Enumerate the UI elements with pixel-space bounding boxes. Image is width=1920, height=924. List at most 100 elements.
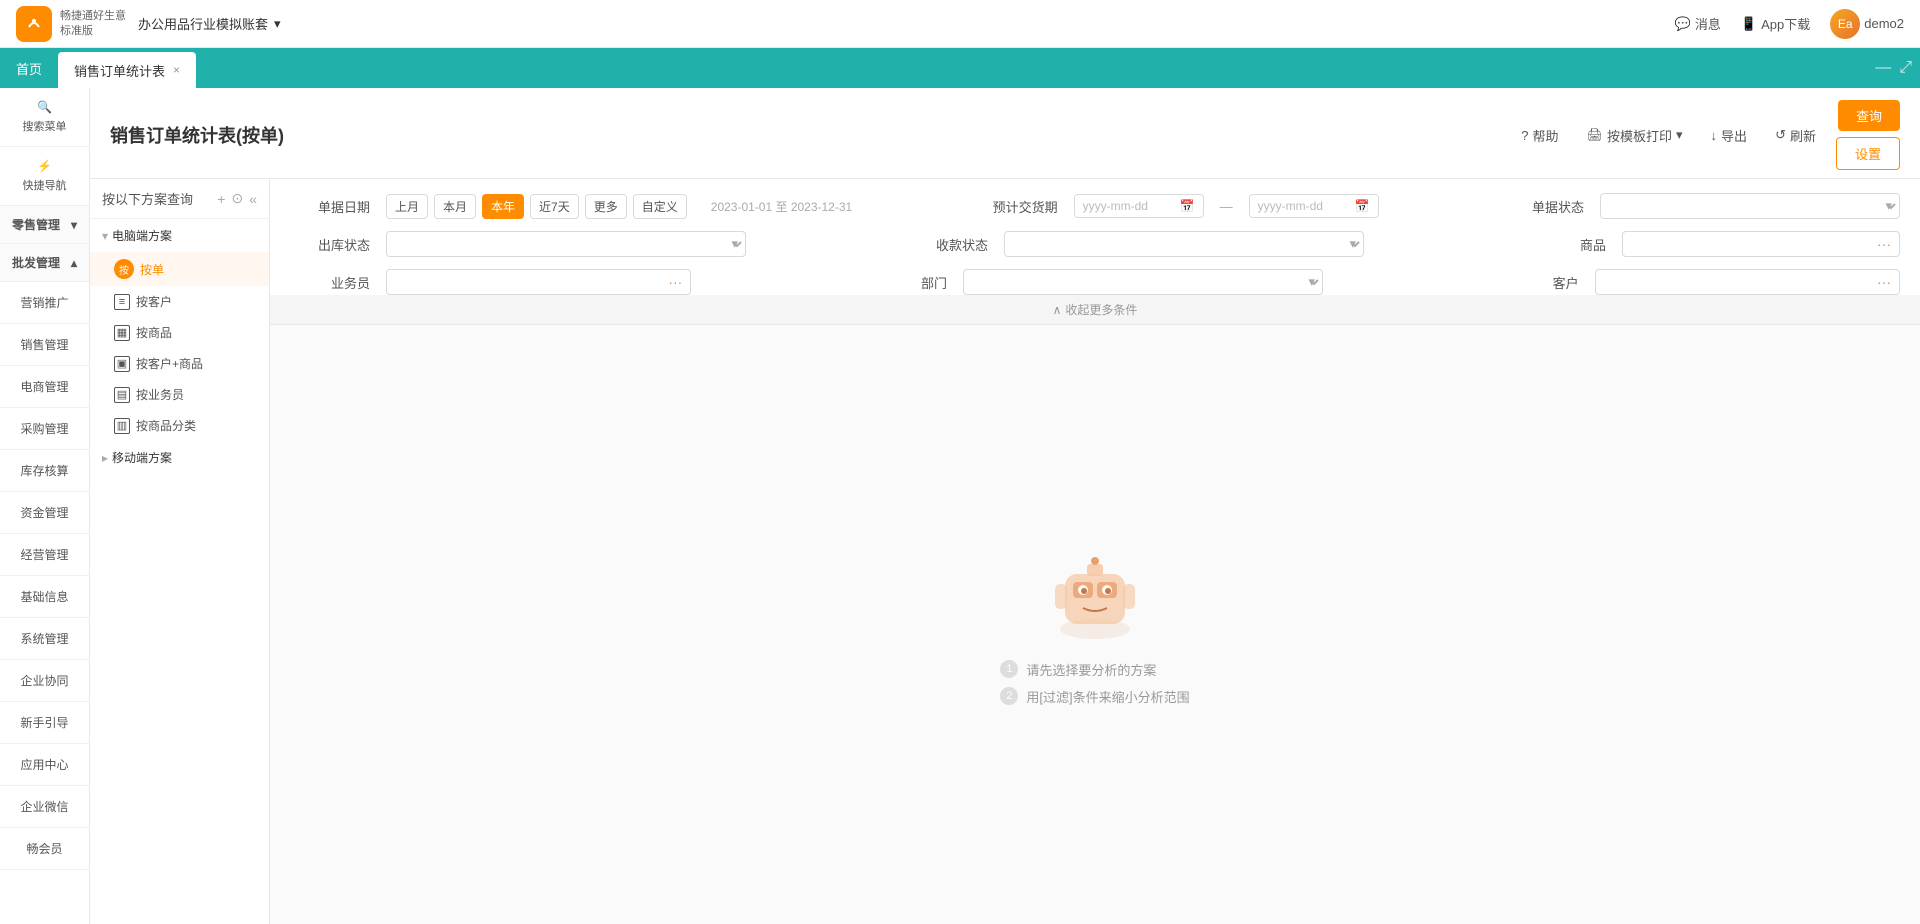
- query-button[interactable]: 查询: [1838, 100, 1900, 131]
- print-button[interactable]: 🖨 按模板打印 ▾: [1578, 122, 1690, 149]
- this-year-btn[interactable]: 本年: [482, 194, 524, 219]
- sidebar-marketing-label: 营销推广: [20, 294, 68, 311]
- dept-label: 部门: [867, 273, 947, 292]
- sidebar-marketing[interactable]: 营销推广: [0, 282, 89, 324]
- customer-input[interactable]: ···: [1595, 269, 1900, 295]
- pay-status-label: 收款状态: [908, 235, 988, 254]
- scheme-customer-icon: ≡: [114, 294, 130, 310]
- scheme-by-goods[interactable]: ▦ 按商品: [90, 317, 269, 348]
- sidebar-inventory[interactable]: 库存核算: [0, 450, 89, 492]
- scheme-by-customer-goods[interactable]: ▣ 按客户+商品: [90, 348, 269, 379]
- dept-select[interactable]: [963, 269, 1323, 295]
- this-month-btn[interactable]: 本月: [434, 194, 476, 219]
- dropdown-arrow-icon: ▾: [274, 16, 281, 32]
- tip-num-2: 2: [1000, 687, 1018, 705]
- sidebar-enterprise-label: 企业协同: [20, 672, 68, 689]
- message-button[interactable]: 💬 消息: [1675, 14, 1721, 33]
- more-date-btn[interactable]: 更多: [585, 194, 627, 219]
- tab-bar: 首页 销售订单统计表 × — ⤢: [0, 48, 1920, 88]
- filter-row-3: 业务员 ··· 部门: [290, 269, 1900, 295]
- main-layout: 🔍 搜索菜单 ⚡ 快捷导航 零售管理 ▾ 批发管理 ▴ 营销推广 销售管理 电商…: [0, 88, 1920, 924]
- help-button[interactable]: ? 帮助: [1513, 122, 1566, 149]
- filter-row-1: 单据日期 上月 本月 本年 近7天 更多 自定义 2023-01-01 至 20…: [290, 193, 1900, 219]
- pc-scheme-label: 电脑端方案: [112, 227, 172, 244]
- scheme-by-order-label: 按单: [140, 261, 164, 278]
- main-content: 单据日期 上月 本月 本年 近7天 更多 自定义 2023-01-01 至 20…: [270, 179, 1920, 924]
- refresh-icon: ↺: [1775, 127, 1786, 143]
- salesperson-more-icon[interactable]: ···: [668, 274, 682, 290]
- ship-status-select-wrapper: [386, 231, 746, 257]
- date-range-display: 2023-01-01 至 2023-12-31: [711, 198, 852, 215]
- add-scheme-button[interactable]: +: [217, 191, 225, 207]
- sidebar-retail-mgmt[interactable]: 零售管理 ▾: [0, 206, 89, 244]
- app-download-button[interactable]: 📱 App下载: [1741, 14, 1810, 33]
- collapse-panel-button[interactable]: «: [249, 191, 257, 207]
- logo-text: 畅捷通好生意 标准版: [60, 9, 126, 38]
- sidebar-wechat[interactable]: 企业微信: [0, 786, 89, 828]
- tab-sales-order-stats[interactable]: 销售订单统计表 ×: [58, 52, 196, 88]
- top-bar: 畅捷通好生意 标准版 办公用品行业模拟账套 ▾ 💬 消息 📱 App下载 Ea …: [0, 0, 1920, 48]
- page-dropdown-title[interactable]: 办公用品行业模拟账套 ▾: [138, 14, 281, 33]
- sidebar-sales-mgmt[interactable]: 销售管理: [0, 324, 89, 366]
- sidebar-newuser[interactable]: 新手引导: [0, 702, 89, 744]
- tab-home[interactable]: 首页: [0, 48, 58, 88]
- tab-minimize-icon[interactable]: —: [1875, 59, 1891, 77]
- logo-icon: [16, 6, 52, 42]
- settings-scheme-button[interactable]: ⊙: [231, 190, 243, 207]
- tab-expand-icon[interactable]: ⤢: [1899, 59, 1912, 77]
- sidebar-ecommerce[interactable]: 电商管理: [0, 366, 89, 408]
- ship-status-select[interactable]: [386, 231, 746, 257]
- scheme-by-goods-category[interactable]: ▥ 按商品分类: [90, 410, 269, 441]
- date-buttons: 上月 本月 本年 近7天 更多 自定义: [386, 194, 687, 219]
- last7-btn[interactable]: 近7天: [530, 194, 579, 219]
- tab-controls: — ⤢: [1875, 59, 1920, 77]
- setting-button[interactable]: 设置: [1836, 137, 1900, 170]
- sidebar-member[interactable]: 畅会员: [0, 828, 89, 870]
- query-action-group: 查询 设置: [1836, 100, 1900, 170]
- sidebar-wholesale-label: 批发管理: [12, 254, 60, 271]
- scheme-by-order[interactable]: 按 按单: [90, 252, 269, 286]
- goods-input[interactable]: ···: [1622, 231, 1900, 257]
- app-icon: 📱: [1741, 16, 1757, 32]
- sidebar-wholesale-mgmt[interactable]: 批发管理 ▴: [0, 244, 89, 282]
- custom-date-btn[interactable]: 自定义: [633, 194, 687, 219]
- sidebar-purchase[interactable]: 采购管理: [0, 408, 89, 450]
- sidebar-basic-info[interactable]: 基础信息: [0, 576, 89, 618]
- empty-illustration: [1035, 544, 1155, 644]
- pay-status-select[interactable]: [1004, 231, 1364, 257]
- sidebar-quick-nav[interactable]: ⚡ 快捷导航: [0, 147, 89, 206]
- goods-more-icon[interactable]: ···: [1877, 236, 1891, 252]
- export-button[interactable]: ↓ 导出: [1703, 122, 1756, 149]
- sidebar-system[interactable]: 系统管理: [0, 618, 89, 660]
- mobile-scheme-group-header[interactable]: ▸ 移动端方案: [90, 441, 269, 474]
- export-icon: ↓: [1711, 128, 1718, 143]
- expected-date-end[interactable]: yyyy-mm-dd 📅: [1249, 194, 1379, 218]
- customer-more-icon[interactable]: ···: [1877, 274, 1891, 290]
- last-month-btn[interactable]: 上月: [386, 194, 428, 219]
- left-scheme-panel: 按以下方案查询 + ⊙ « ▾ 电脑端方案 按 按单: [90, 179, 270, 924]
- search-icon: 🔍: [37, 100, 52, 114]
- scheme-by-customer[interactable]: ≡ 按客户: [90, 286, 269, 317]
- salesperson-input[interactable]: ···: [386, 269, 691, 295]
- sidebar-appcenter[interactable]: 应用中心: [0, 744, 89, 786]
- sidebar-ops-label: 经营管理: [20, 546, 68, 563]
- tab-close-icon[interactable]: ×: [173, 63, 180, 77]
- message-icon: 💬: [1675, 16, 1691, 32]
- sidebar-retail-label: 零售管理: [12, 216, 60, 233]
- expected-date-label: 预计交货期: [978, 197, 1058, 216]
- sidebar-finance[interactable]: 资金管理: [0, 492, 89, 534]
- pc-scheme-group: ▾ 电脑端方案 按 按单 ≡ 按客户 ▦ 按商品: [90, 219, 269, 441]
- user-menu[interactable]: Ea demo2: [1830, 9, 1904, 39]
- collapse-filter-button[interactable]: ∧ 收起更多条件: [270, 295, 1920, 324]
- tip-num-1: 1: [1000, 660, 1018, 678]
- sidebar-ops[interactable]: 经营管理: [0, 534, 89, 576]
- scheme-by-salesperson[interactable]: ▤ 按业务员: [90, 379, 269, 410]
- pc-scheme-group-header[interactable]: ▾ 电脑端方案: [90, 219, 269, 252]
- refresh-button[interactable]: ↺ 刷新: [1767, 122, 1824, 149]
- doc-status-select[interactable]: [1600, 193, 1900, 219]
- empty-tip-2: 2 用[过滤]条件来缩小分析范围: [1000, 687, 1189, 706]
- avatar: Ea: [1830, 9, 1860, 39]
- sidebar-enterprise[interactable]: 企业协同: [0, 660, 89, 702]
- expected-date-start[interactable]: yyyy-mm-dd 📅: [1074, 194, 1204, 218]
- sidebar-search[interactable]: 🔍 搜索菜单: [0, 88, 89, 147]
